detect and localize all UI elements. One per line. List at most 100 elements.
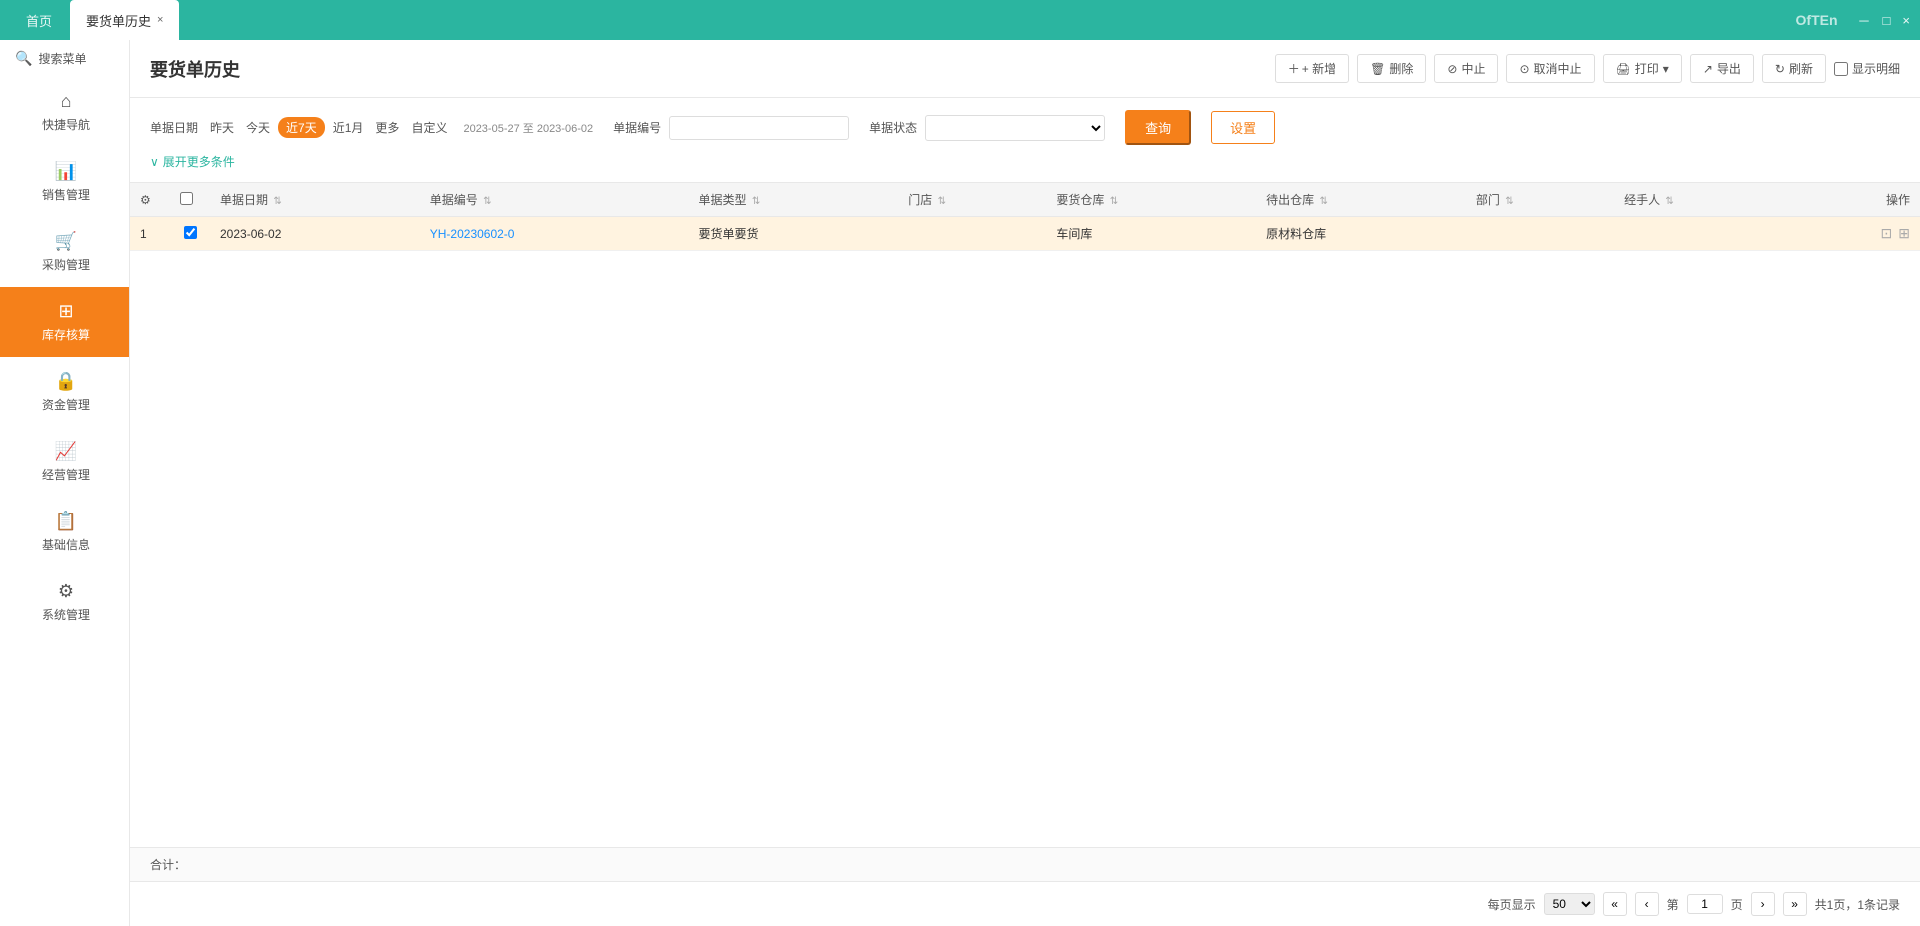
tab-home-label: 首页: [26, 11, 52, 30]
col-pending-warehouse-label: 待出仓库: [1266, 193, 1314, 207]
sort-req-warehouse-icon: ⇅: [1110, 196, 1118, 207]
col-doc-no-label: 单据编号: [430, 193, 478, 207]
col-store-label: 门店: [908, 193, 932, 207]
export-icon: ↗: [1703, 62, 1713, 76]
row-doc-no-link[interactable]: YH-20230602-0: [430, 227, 515, 241]
cancel-stop-icon: ⊙: [1519, 62, 1529, 76]
row-date: 2023-06-02: [210, 217, 420, 251]
status-select[interactable]: [925, 115, 1105, 141]
sidebar-item-operation[interactable]: 📈 经营管理: [0, 427, 129, 497]
col-settings[interactable]: ⚙: [130, 183, 170, 217]
page-suffix: 页: [1731, 896, 1743, 913]
chevron-down-icon: ∨: [150, 155, 159, 169]
filter-row: 单据日期 昨天 今天 近7天 近1月 更多 自定义 2023-05-27 至 2…: [150, 110, 1900, 145]
row-num: 1: [130, 217, 170, 251]
window-min-btn[interactable]: －: [1858, 11, 1871, 30]
delete-button[interactable]: 🗑 删除: [1357, 54, 1426, 83]
doc-num-input[interactable]: [669, 116, 849, 140]
row-more-icon[interactable]: ⊞: [1898, 225, 1910, 242]
next-page-btn[interactable]: ›: [1751, 892, 1775, 916]
stop-button[interactable]: ⊘ 中止: [1434, 54, 1498, 83]
display-detail-toggle[interactable]: 显示明细: [1834, 60, 1900, 77]
sidebar-item-purchase[interactable]: 🛒 采购管理: [0, 217, 129, 287]
refresh-button[interactable]: ↻ 刷新: [1762, 54, 1826, 83]
window-close-btn[interactable]: ×: [1902, 13, 1910, 28]
row-checkbox[interactable]: [184, 226, 197, 239]
expand-more-label: 展开更多条件: [163, 153, 235, 170]
tab-active[interactable]: 要货单历史 ×: [70, 0, 179, 40]
date-opt-custom[interactable]: 自定义: [407, 117, 451, 138]
sidebar-item-system[interactable]: ⚙ 系统管理: [0, 567, 129, 637]
display-detail-label: 显示明细: [1852, 60, 1900, 77]
select-all-checkbox[interactable]: [180, 192, 193, 205]
sort-pending-warehouse-icon: ⇅: [1320, 196, 1328, 207]
row-checkbox-cell[interactable]: [170, 217, 210, 251]
doc-num-label: 单据编号: [613, 119, 661, 136]
sort-handler-icon: ⇅: [1665, 196, 1673, 207]
date-opt-more[interactable]: 更多: [371, 117, 403, 138]
tab-close-icon[interactable]: ×: [157, 14, 163, 26]
prev-page-btn[interactable]: ‹: [1635, 892, 1659, 916]
sidebar-item-sales[interactable]: 📊 销售管理: [0, 147, 129, 217]
col-actions-label: 操作: [1886, 193, 1910, 207]
col-doc-type[interactable]: 单据类型 ⇅: [688, 183, 898, 217]
sidebar-item-quick-nav[interactable]: ⌂ 快捷导航: [0, 77, 129, 147]
date-opt-today[interactable]: 今天: [242, 117, 274, 138]
settings-button[interactable]: 设置: [1211, 111, 1275, 144]
row-handler: [1614, 217, 1793, 251]
col-date[interactable]: 单据日期 ⇅: [210, 183, 420, 217]
col-dept[interactable]: 部门 ⇅: [1466, 183, 1614, 217]
per-page-select[interactable]: 50 100: [1544, 893, 1595, 915]
inventory-icon: ⊞: [58, 301, 73, 322]
delete-icon: 🗑: [1370, 62, 1385, 76]
col-store[interactable]: 门店 ⇅: [898, 183, 1046, 217]
page-label: 第: [1667, 896, 1679, 913]
purchase-icon: 🛒: [55, 231, 77, 252]
display-detail-checkbox[interactable]: [1834, 62, 1848, 76]
sidebar: 🔍 搜索菜单 ⌂ 快捷导航 📊 销售管理 🛒 采购管理 ⊞ 库存核算 🔒 资金管…: [0, 40, 130, 926]
date-range-text: 2023-05-27 至 2023-06-02: [463, 120, 593, 136]
col-doc-no[interactable]: 单据编号 ⇅: [420, 183, 689, 217]
row-dept: [1466, 217, 1614, 251]
brand-label: OfTEn: [1796, 12, 1838, 28]
sidebar-item-basic[interactable]: 📋 基础信息: [0, 497, 129, 567]
last-page-btn[interactable]: »: [1783, 892, 1807, 916]
date-opt-yesterday[interactable]: 昨天: [206, 117, 238, 138]
doc-num-filter-group: 单据编号: [613, 116, 849, 140]
col-req-warehouse[interactable]: 要货仓库 ⇅: [1046, 183, 1256, 217]
main-layout: 🔍 搜索菜单 ⌂ 快捷导航 📊 销售管理 🛒 采购管理 ⊞ 库存核算 🔒 资金管…: [0, 40, 1920, 926]
pagination: 每页显示 50 100 « ‹ 第 页 › » 共1页，1条记录: [130, 881, 1920, 926]
sidebar-item-label: 库存核算: [42, 326, 90, 343]
window-max-btn[interactable]: □: [1883, 13, 1891, 28]
page-input[interactable]: [1687, 894, 1723, 914]
col-pending-warehouse[interactable]: 待出仓库 ⇅: [1256, 183, 1466, 217]
sidebar-item-label: 资金管理: [42, 396, 90, 413]
tab-home[interactable]: 首页: [10, 0, 68, 40]
date-opt-1month[interactable]: 近1月: [329, 117, 368, 138]
col-date-label: 单据日期: [220, 193, 268, 207]
date-options: 昨天 今天 近7天 近1月 更多 自定义: [206, 117, 451, 138]
sidebar-item-inventory[interactable]: ⊞ 库存核算: [0, 287, 129, 357]
col-checkbox[interactable]: [170, 183, 210, 217]
operation-icon: 📈: [55, 441, 77, 462]
cancel-stop-button[interactable]: ⊙ 取消中止: [1506, 54, 1594, 83]
row-edit-icon[interactable]: ⊡: [1881, 225, 1893, 242]
new-button[interactable]: ＋ + 新增: [1275, 54, 1349, 83]
status-filter-group: 单据状态: [869, 115, 1105, 141]
sidebar-item-finance[interactable]: 🔒 资金管理: [0, 357, 129, 427]
col-handler[interactable]: 经手人 ⇅: [1614, 183, 1793, 217]
tab-bar: 首页 要货单历史 ×: [10, 0, 1796, 40]
new-icon: ＋: [1288, 60, 1300, 77]
export-button[interactable]: ↗ 导出: [1690, 54, 1754, 83]
sidebar-search[interactable]: 🔍 搜索菜单: [0, 40, 129, 77]
date-opt-7days[interactable]: 近7天: [278, 117, 325, 138]
query-button[interactable]: 查询: [1125, 110, 1191, 145]
sales-icon: 📊: [55, 161, 77, 182]
expand-more-btn[interactable]: ∨ 展开更多条件: [150, 153, 1900, 170]
date-filter-label: 单据日期: [150, 119, 198, 136]
tab-active-label: 要货单历史: [86, 11, 151, 30]
row-doc-no: YH-20230602-0: [420, 217, 689, 251]
first-page-btn[interactable]: «: [1603, 892, 1627, 916]
sidebar-search-label: 搜索菜单: [38, 50, 86, 67]
print-button[interactable]: 🖨 打印 ▾: [1603, 54, 1682, 83]
